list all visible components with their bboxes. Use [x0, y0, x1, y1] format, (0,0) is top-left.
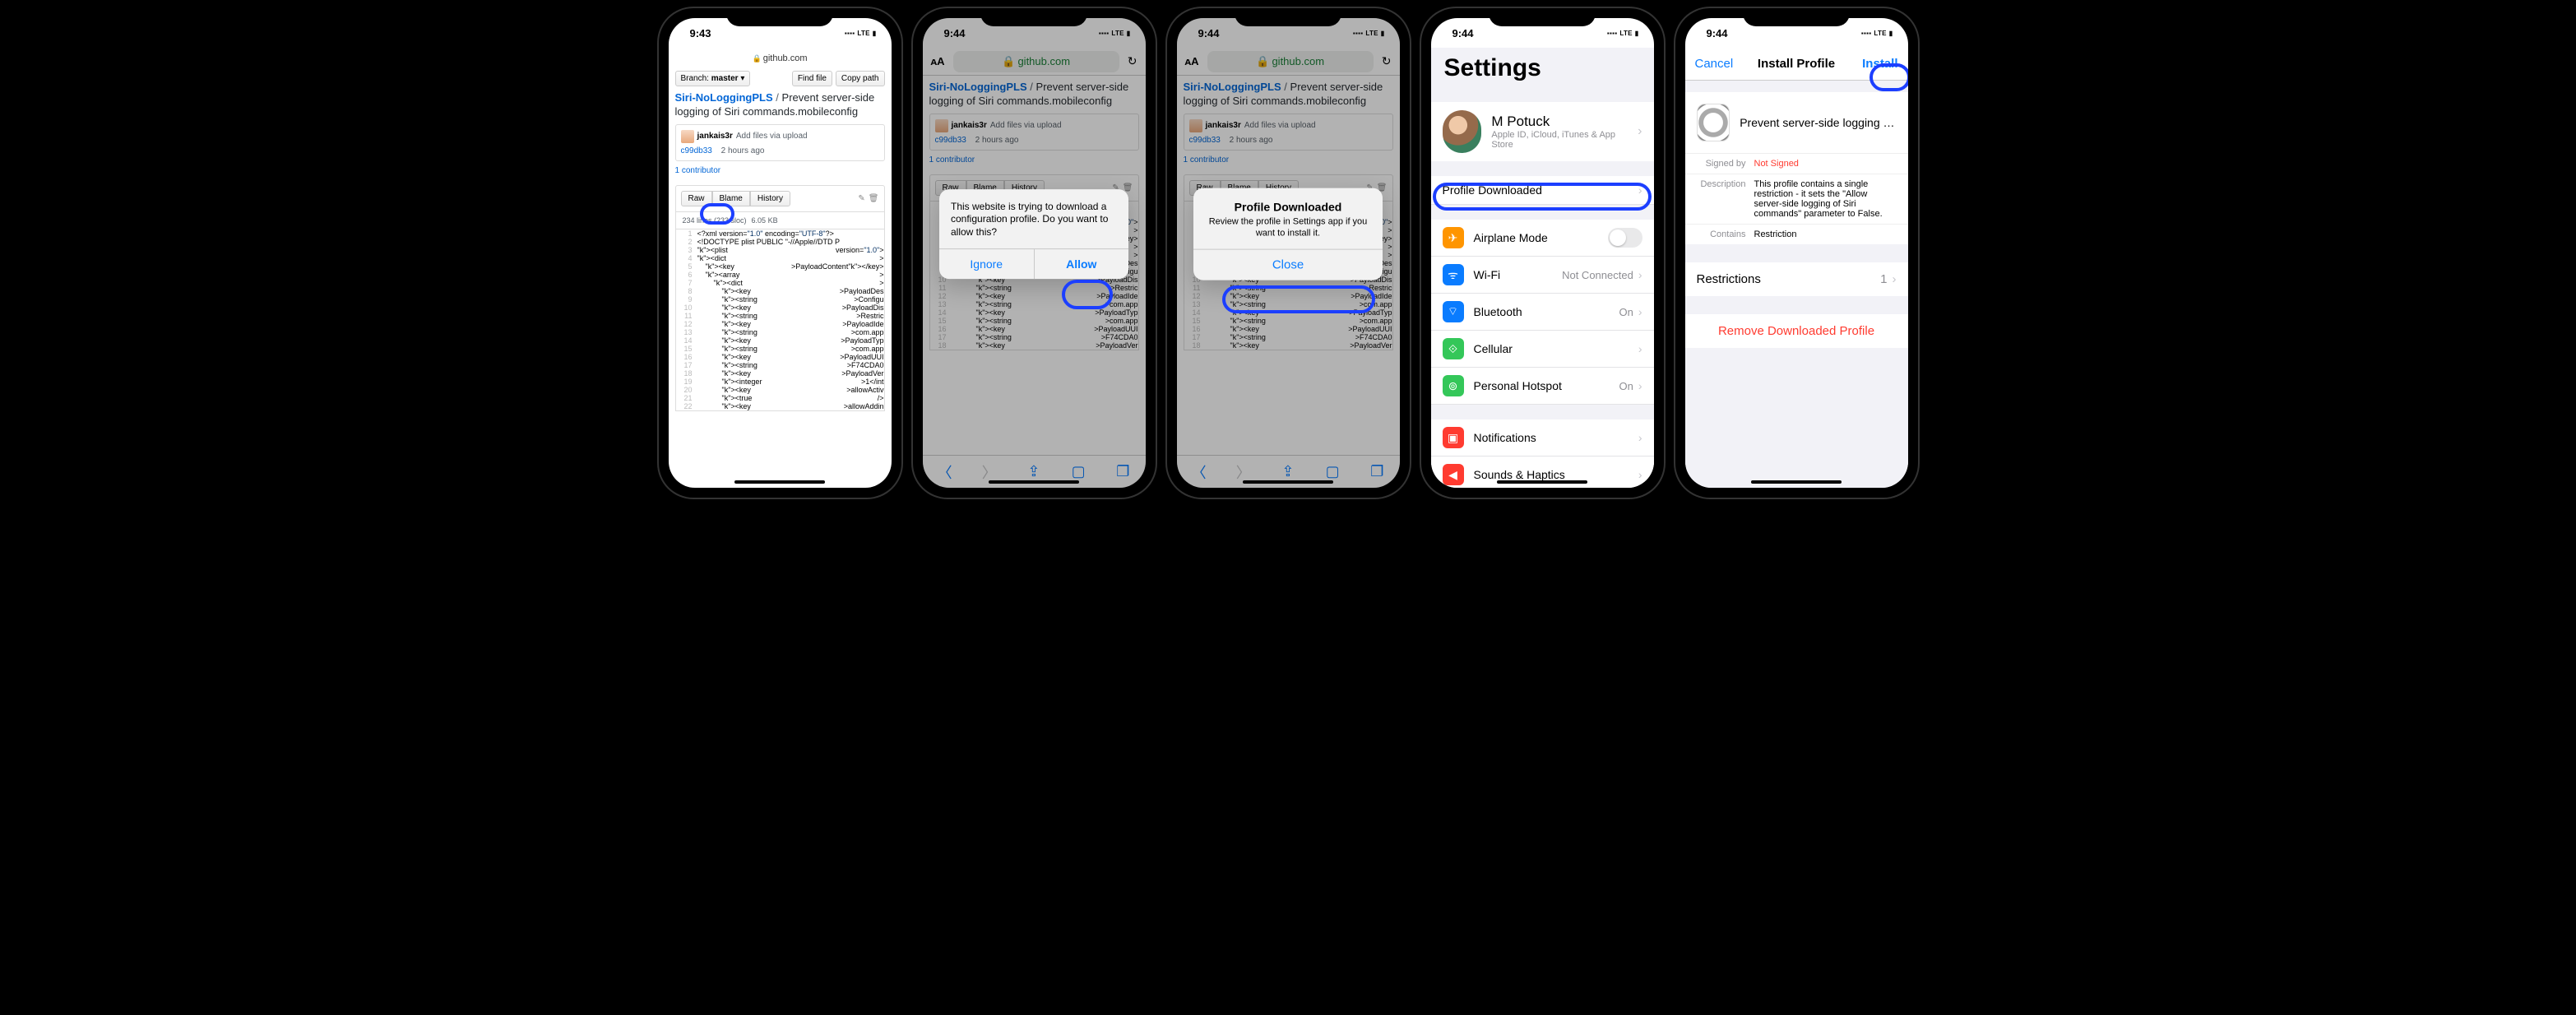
downloaded-alert: Profile Downloaded Review the profile in… [1193, 188, 1383, 280]
row-icon: ⌔ [1443, 301, 1464, 322]
settings-title: Settings [1431, 48, 1654, 90]
row-icon: ✈ [1443, 227, 1464, 248]
find-file-button[interactable]: Find file [792, 71, 832, 86]
settings-row[interactable]: ᯤWi-FiNot Connected› [1431, 257, 1654, 294]
commit-box: jankais3r Add files via upload c99db33 2… [675, 124, 885, 161]
url-bar[interactable]: 🔒github.com [669, 48, 892, 69]
nav-title: Install Profile [1758, 57, 1835, 71]
ignore-button[interactable]: Ignore [939, 250, 1034, 280]
file-toolbar: Raw Blame History ✎ 🗑 [675, 185, 885, 212]
settings-row[interactable]: ⟐Cellular› [1431, 331, 1654, 368]
close-button[interactable]: Close [1193, 249, 1383, 280]
phone-1: 9:43 ▪▪▪▪ LTE ▮ 🔒github.com Branch: mast… [659, 8, 901, 498]
code-view[interactable]: 1<?xml version="1.0" encoding="UTF-8"?>2… [675, 229, 885, 411]
breadcrumb[interactable]: Siri-NoLoggingPLS / Prevent server-side … [675, 91, 885, 119]
settings-row[interactable]: ▣Notifications› [1431, 419, 1654, 457]
cancel-button[interactable]: Cancel [1695, 57, 1734, 71]
apple-id-cell[interactable]: M PotuckApple ID, iCloud, iTunes & App S… [1431, 102, 1654, 161]
row-icon: ◀ [1443, 464, 1464, 485]
toggle[interactable] [1608, 228, 1642, 248]
contributors-link[interactable]: 1 contributor [675, 161, 885, 180]
lock-icon: 🔒 [752, 54, 761, 63]
row-icon: ⊚ [1443, 375, 1464, 396]
row-icon: ᯤ [1443, 264, 1464, 285]
row-icon: ⟐ [1443, 338, 1464, 359]
phone-3: 9:44▪▪▪▪ LTE ▮ ᴀA🔒github.com↻ Siri-NoLog… [1167, 8, 1410, 498]
restrictions-row[interactable]: Restrictions 1 › [1685, 262, 1908, 296]
phone-5: 9:44▪▪▪▪ LTE ▮ Cancel Install Profile In… [1675, 8, 1918, 498]
settings-row[interactable]: ⊚Personal HotspotOn› [1431, 368, 1654, 405]
avatar [1443, 110, 1482, 153]
remove-profile-button[interactable]: Remove Downloaded Profile [1685, 314, 1908, 348]
raw-button[interactable]: Raw [681, 191, 712, 206]
row-icon: ▣ [1443, 427, 1464, 448]
phone-4: 9:44▪▪▪▪ LTE ▮ Settings M PotuckApple ID… [1421, 8, 1664, 498]
blame-button[interactable]: Blame [712, 191, 750, 206]
copy-path-button[interactable]: Copy path [836, 71, 885, 86]
profile-name: Prevent server-side logging of Si… [1740, 116, 1896, 129]
trash-icon[interactable]: 🗑 [869, 194, 879, 203]
avatar [681, 130, 694, 143]
history-button[interactable]: History [750, 191, 790, 206]
download-alert: This website is trying to download a con… [939, 189, 1128, 280]
branch-selector[interactable]: Branch: master ▾ [675, 71, 751, 86]
phone-2: 9:44▪▪▪▪ LTE ▮ ᴀA 🔒github.com ↻ Siri-NoL… [913, 8, 1156, 498]
profile-downloaded-row[interactable]: Profile Downloaded› [1431, 176, 1654, 205]
allow-button[interactable]: Allow [1034, 250, 1129, 280]
profile-icon [1697, 104, 1730, 141]
nav-bar: Cancel Install Profile Install [1685, 48, 1908, 81]
clock: 9:43 [690, 27, 711, 39]
pencil-icon[interactable]: ✎ [858, 194, 864, 203]
install-button[interactable]: Install [1862, 57, 1897, 71]
settings-row[interactable]: ⌔BluetoothOn› [1431, 294, 1654, 331]
settings-row[interactable]: ✈Airplane Mode [1431, 220, 1654, 257]
